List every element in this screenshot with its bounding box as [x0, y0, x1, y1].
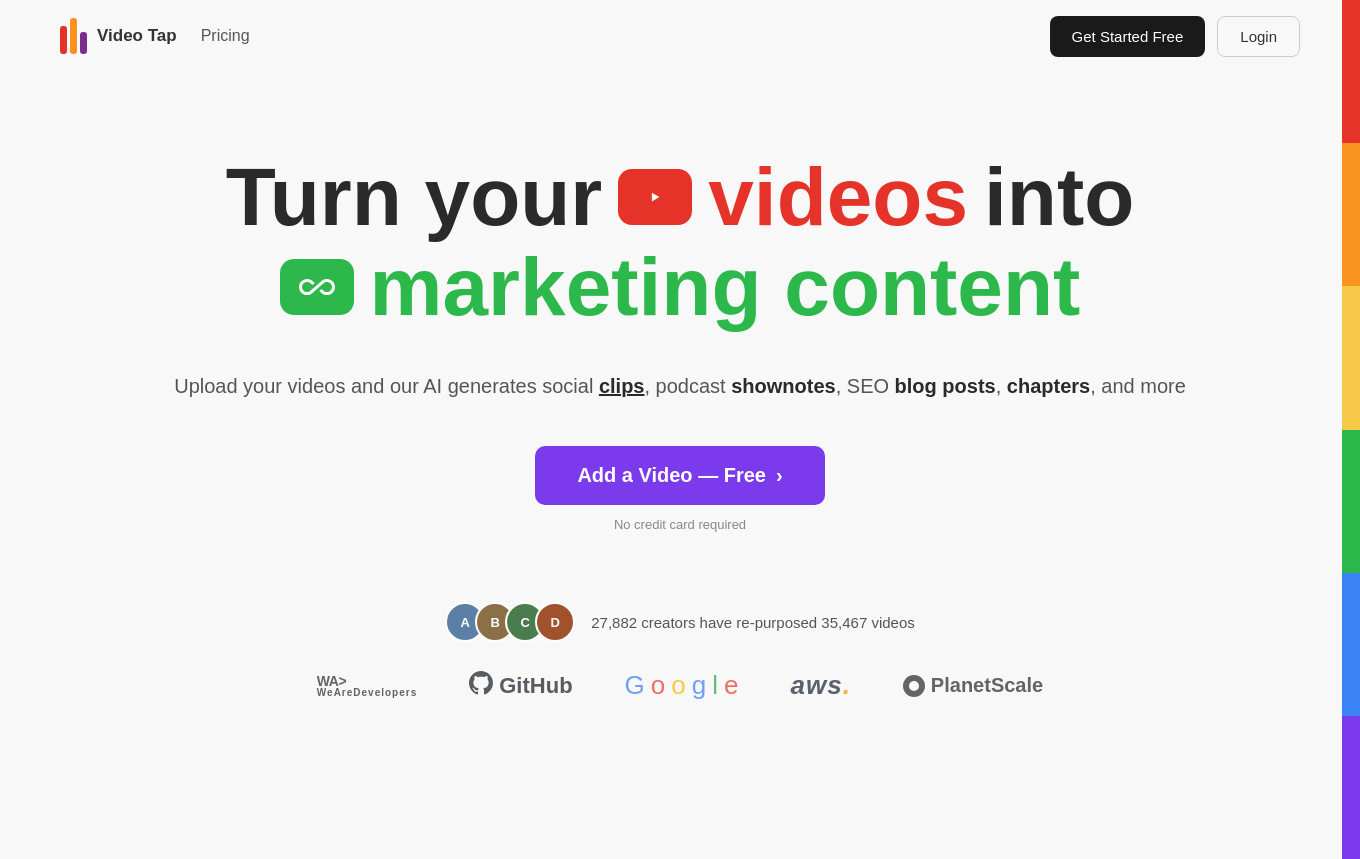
subtitle-shownotes: shownotes — [731, 375, 835, 397]
hero-headline: Turn your videos into marketing content — [226, 152, 1135, 332]
brand-aws: aws. — [790, 670, 850, 701]
headline-into: into — [984, 152, 1134, 242]
youtube-icon — [618, 169, 692, 225]
headline-videos: videos — [708, 152, 968, 242]
nav-left: Video Tap Pricing — [60, 18, 250, 54]
logo-bar-red — [60, 26, 67, 54]
github-icon — [469, 671, 493, 701]
add-video-button[interactable]: Add a Video — Free › — [535, 446, 824, 505]
subtitle-part5: , and more — [1090, 375, 1186, 397]
pricing-link[interactable]: Pricing — [201, 27, 250, 45]
logo-icon — [60, 18, 87, 54]
subtitle-part1: Upload your videos and our AI generates … — [174, 375, 593, 397]
logo-text: Video Tap — [97, 26, 177, 46]
subtitle-part4: , — [996, 375, 1002, 397]
subtitle-chapters: chapters — [1007, 375, 1090, 397]
subtitle-blogposts: blog posts — [895, 375, 996, 397]
subtitle-part2: , podcast — [644, 375, 725, 397]
brand-wearedevelopers: WA> WeAreDevelopers — [317, 674, 417, 698]
subtitle-part3: , SEO — [836, 375, 889, 397]
headline-line1: Turn your videos into — [226, 152, 1135, 242]
cta-arrow-icon: › — [776, 464, 783, 487]
avatar-4: D — [535, 602, 575, 642]
headline-marketing-content: marketing content — [370, 242, 1081, 332]
nav-right: Get Started Free Login — [1050, 16, 1300, 57]
hero-section: Turn your videos into marketing content … — [0, 72, 1360, 741]
login-button[interactable]: Login — [1217, 16, 1300, 57]
no-credit-card-label: No credit card required — [614, 517, 746, 532]
social-proof: A B C D 27,882 creators have re-purposed… — [317, 602, 1043, 701]
brand-github: GitHub — [469, 671, 572, 701]
logo[interactable]: Video Tap — [60, 18, 177, 54]
brand-google: Google — [625, 670, 739, 701]
avatars-row: A B C D 27,882 creators have re-purposed… — [445, 602, 915, 642]
brand-planetscale: PlanetScale — [903, 674, 1043, 697]
hero-subtitle: Upload your videos and our AI generates … — [174, 370, 1186, 402]
planetscale-label: PlanetScale — [931, 674, 1043, 697]
infinity-icon — [280, 259, 354, 315]
headline-turn-your: Turn your — [226, 152, 603, 242]
navbar: Video Tap Pricing Get Started Free Login — [0, 0, 1360, 72]
planetscale-icon — [903, 675, 925, 697]
wd-logo: WA> WeAreDevelopers — [317, 674, 417, 698]
get-started-button[interactable]: Get Started Free — [1050, 16, 1206, 57]
right-stripe — [1342, 0, 1360, 859]
subtitle-clips: clips — [599, 375, 645, 397]
aws-text: aws. — [790, 670, 850, 701]
logo-bar-orange — [70, 18, 77, 54]
logo-bar-purple — [80, 32, 87, 54]
avatar-stack: A B C D — [445, 602, 575, 642]
cta-label: Add a Video — Free — [577, 464, 766, 487]
headline-line2: marketing content — [226, 242, 1135, 332]
logos-row: WA> WeAreDevelopers GitHub Google aws. — [317, 670, 1043, 701]
social-stats-text: 27,882 creators have re-purposed 35,467 … — [591, 614, 915, 631]
cta-container: Add a Video — Free › No credit card requ… — [535, 446, 824, 532]
github-label: GitHub — [499, 673, 572, 699]
